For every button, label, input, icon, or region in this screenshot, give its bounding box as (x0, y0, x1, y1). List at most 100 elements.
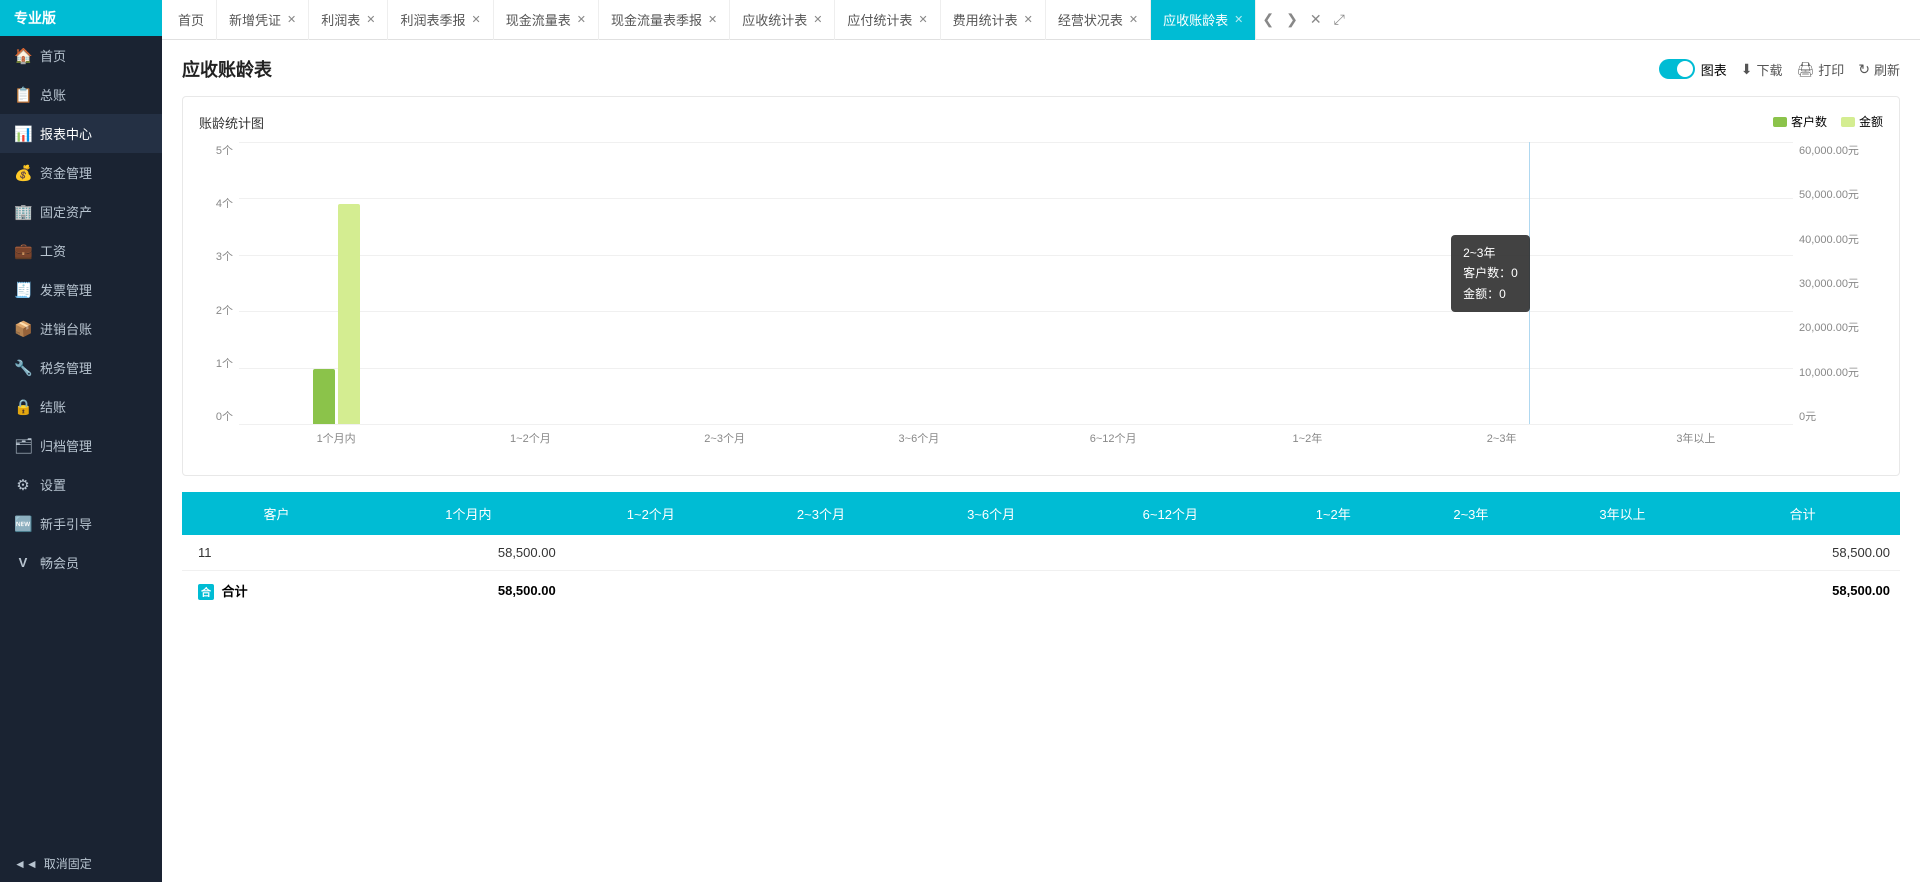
x-label-36m: 3~6个月 (822, 424, 1016, 452)
tab-close-profit-q[interactable]: ✕ (472, 13, 481, 26)
tab-ap-stat[interactable]: 应付统计表 ✕ (835, 0, 940, 40)
tab-close-expense[interactable]: ✕ (1024, 13, 1033, 26)
tab-close-voucher[interactable]: ✕ (287, 13, 296, 26)
tab-ar-aging[interactable]: 应收账龄表 ✕ (1151, 0, 1256, 40)
col-header-1m: 1个月内 (371, 492, 566, 535)
chart-title: 账龄统计图 (199, 113, 1883, 132)
sidebar-item-close[interactable]: 🔒 结账 (0, 387, 162, 426)
tab-home[interactable]: 首页 (166, 0, 217, 40)
guide-icon: 🆕 (14, 515, 32, 533)
bar-col-36m (822, 142, 1016, 424)
tab-close-business[interactable]: ✕ (1129, 13, 1138, 26)
table-row: 11 58,500.00 58,500.00 (182, 535, 1900, 571)
sidebar: 专业版 🏠 首页 📋 总账 📊 报表中心 💰 资金管理 🏢 固定资产 💼 工资 … (0, 0, 162, 882)
tab-close-cashflow[interactable]: ✕ (577, 13, 586, 26)
tab-close-profit[interactable]: ✕ (366, 13, 375, 26)
sidebar-item-invoice[interactable]: 🧾 发票管理 (0, 270, 162, 309)
y-axis-right: 60,000.00元 50,000.00元 40,000.00元 30,000.… (1793, 142, 1883, 452)
sidebar-item-home[interactable]: 🏠 首页 (0, 36, 162, 75)
y-right-10k: 10,000.00元 (1799, 364, 1859, 380)
bar-col-612m (1016, 142, 1210, 424)
y-right-60k: 60,000.00元 (1799, 142, 1859, 158)
footer-total: 58,500.00 (1705, 571, 1900, 611)
sidebar-item-archive[interactable]: 🗂 归档管理 (0, 426, 162, 465)
unpin-icon: ◄◄ (14, 857, 38, 871)
sidebar-item-guide[interactable]: 🆕 新手引导 (0, 504, 162, 543)
tab-close-all-button[interactable]: ✕ (1304, 0, 1328, 40)
tab-cashflow[interactable]: 现金流量表 ✕ (494, 0, 599, 40)
footer-12y (1264, 571, 1402, 611)
y-left-5: 5个 (216, 142, 233, 158)
main-area: 首页 新增凭证 ✕ 利润表 ✕ 利润表季报 ✕ 现金流量表 ✕ 现金流量表季报 … (162, 0, 1920, 882)
chart-container: 账龄统计图 客户数 金额 5个 4个 3个 (182, 96, 1900, 476)
toggle-track[interactable] (1659, 59, 1695, 79)
cell-23m (736, 535, 906, 571)
y-axis-left: 5个 4个 3个 2个 1个 0个 (199, 142, 239, 452)
reports-icon: 📊 (14, 125, 32, 143)
archive-icon: 🗂 (14, 437, 32, 455)
x-label-12m: 1~2个月 (433, 424, 627, 452)
chart-area: 5个 4个 3个 2个 1个 0个 (199, 142, 1883, 452)
sidebar-item-funds[interactable]: 💰 资金管理 (0, 153, 162, 192)
page-inner: 应收账龄表 图表 ⬇ 下载 🖨 打印 (162, 40, 1920, 882)
total-icon: 合 (198, 584, 214, 600)
col-header-612m: 6~12个月 (1076, 492, 1264, 535)
sidebar-item-vip[interactable]: V 畅会员 (0, 543, 162, 582)
chart-plot: 2~3年 客户数：0 金额：0 1个月内 1~2个月 2~3个月 3~6个月 6… (239, 142, 1793, 452)
cell-12y (1264, 535, 1402, 571)
sidebar-item-ledger[interactable]: 📋 总账 (0, 75, 162, 114)
print-button[interactable]: 🖨 打印 (1796, 60, 1844, 79)
footer-23y (1402, 571, 1540, 611)
tab-next-button[interactable]: ❯ (1280, 0, 1304, 40)
chart-legend: 客户数 金额 (1773, 113, 1883, 130)
tab-close-ap-stat[interactable]: ✕ (918, 13, 927, 26)
ledger-icon: 📋 (14, 86, 32, 104)
footer-612m (1076, 571, 1264, 611)
tab-profit[interactable]: 利润表 ✕ (309, 0, 388, 40)
tab-cashflow-q[interactable]: 现金流量表季报 ✕ (599, 0, 730, 40)
unpin-button[interactable]: ◄◄ 取消固定 (0, 845, 162, 882)
funds-icon: 💰 (14, 164, 32, 182)
cell-3yplus (1540, 535, 1706, 571)
chart-toggle[interactable]: 图表 (1659, 59, 1727, 79)
print-icon: 🖨 (1796, 61, 1814, 78)
salary-icon: 💼 (14, 242, 32, 260)
tab-business[interactable]: 经营状况表 ✕ (1046, 0, 1151, 40)
sidebar-item-sales[interactable]: 📦 进销台账 (0, 309, 162, 348)
sidebar-item-salary[interactable]: 💼 工资 (0, 231, 162, 270)
bar-lightgreen-1m (338, 204, 360, 424)
y-right-0: 0元 (1799, 408, 1816, 424)
refresh-button[interactable]: ↻ 刷新 (1858, 60, 1900, 79)
cell-customer: 11 (182, 535, 371, 571)
y-right-40k: 40,000.00元 (1799, 231, 1859, 247)
sidebar-item-reports[interactable]: 📊 报表中心 (0, 114, 162, 153)
legend-customer-count: 客户数 (1773, 113, 1827, 130)
download-icon: ⬇ (1741, 61, 1753, 78)
legend-green-swatch (1773, 117, 1787, 127)
refresh-icon: ↻ (1858, 61, 1870, 78)
home-icon: 🏠 (14, 47, 32, 65)
tab-profit-q[interactable]: 利润表季报 ✕ (388, 0, 493, 40)
tab-close-ar-stat[interactable]: ✕ (813, 13, 822, 26)
app-logo: 专业版 (0, 0, 162, 36)
cursor-line (1529, 142, 1530, 424)
footer-23m (736, 571, 906, 611)
tab-prev-button[interactable]: ❮ (1256, 0, 1280, 40)
tab-ar-stat[interactable]: 应收统计表 ✕ (730, 0, 835, 40)
table-header-row: 客户 1个月内 1~2个月 2~3个月 3~6个月 6~12个月 1~2年 2~… (182, 492, 1900, 535)
sidebar-item-settings[interactable]: ⚙ 设置 (0, 465, 162, 504)
tab-expense[interactable]: 费用统计表 ✕ (941, 0, 1046, 40)
cell-1m: 58,500.00 (371, 535, 566, 571)
col-header-12m: 1~2个月 (566, 492, 736, 535)
tab-expand-button[interactable]: ⤢ (1328, 0, 1351, 40)
legend-amount: 金额 (1841, 113, 1883, 130)
sidebar-item-tax[interactable]: 🔧 税务管理 (0, 348, 162, 387)
tab-close-cashflow-q[interactable]: ✕ (708, 13, 717, 26)
sidebar-item-assets[interactable]: 🏢 固定资产 (0, 192, 162, 231)
tab-close-ar-aging[interactable]: ✕ (1234, 13, 1243, 26)
bar-green-1m (313, 369, 335, 424)
download-button[interactable]: ⬇ 下载 (1741, 60, 1783, 79)
x-label-612m: 6~12个月 (1016, 424, 1210, 452)
tab-voucher[interactable]: 新增凭证 ✕ (217, 0, 309, 40)
toggle-thumb (1677, 61, 1693, 77)
